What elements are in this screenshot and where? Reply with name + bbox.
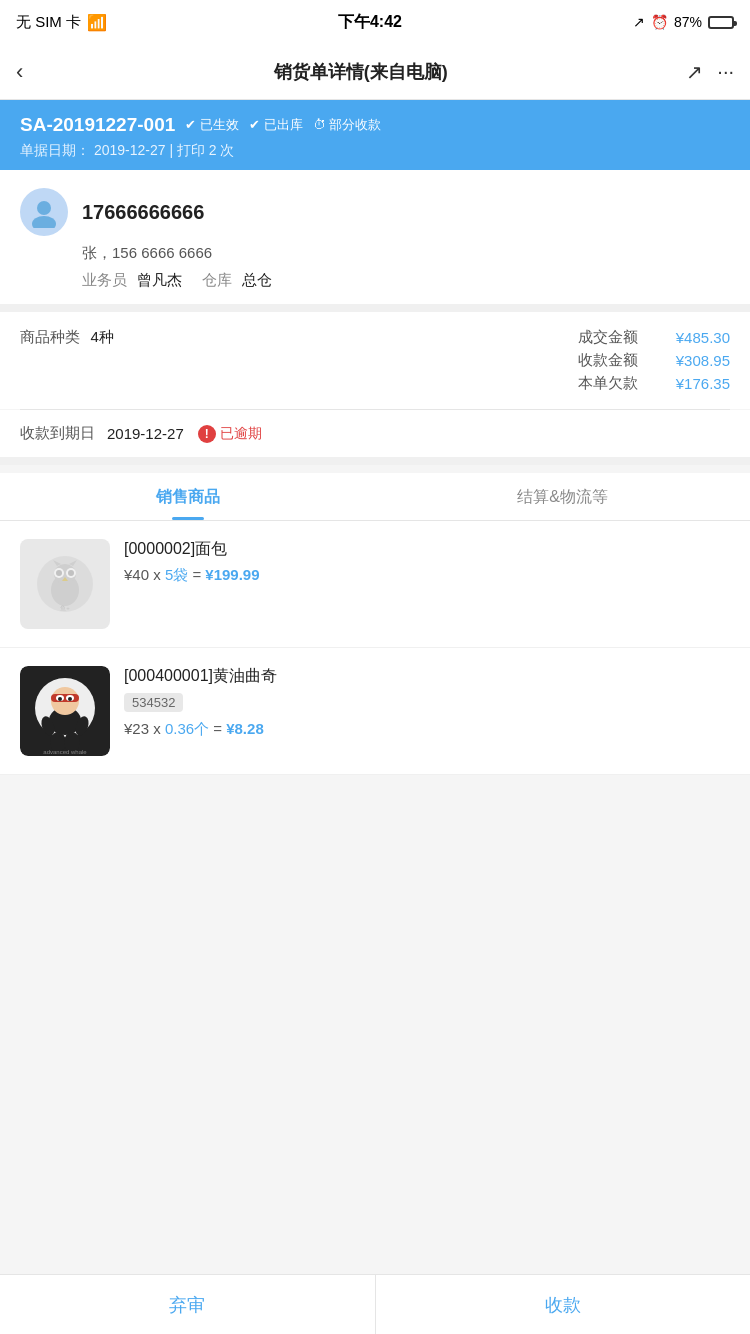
product-qty-1: 5袋 [165, 566, 188, 583]
customer-meta: 业务员 曾凡杰 仓库 总仓 [20, 271, 730, 290]
order-id: SA-20191227-001 [20, 114, 175, 136]
svg-point-21 [68, 697, 72, 701]
svg-text:鱼+: 鱼+ [60, 605, 70, 611]
overdue-badge: ! 已逾期 [198, 425, 262, 443]
order-header: SA-20191227-001 ✔ 已生效 ✔ 已出库 ⏱ 部分收款 单据日期：… [0, 100, 750, 170]
kinds-value: 4种 [90, 328, 113, 345]
tabs-section: 销售商品 结算&物流等 [0, 473, 750, 521]
product-name-2: [000400001]黄油曲奇 [124, 666, 730, 687]
stat-owed-label: 本单欠款 [578, 374, 638, 393]
customer-name: 17666666666 [82, 201, 204, 224]
carrier-text: 无 SIM 卡 [16, 13, 81, 32]
sales-value: 曾凡杰 [137, 271, 182, 288]
product-eq-2: = [209, 720, 226, 737]
warehouse-value: 总仓 [242, 271, 272, 288]
product-price-1: ¥40 x [124, 566, 165, 583]
print-info: | 打印 2 次 [169, 142, 234, 158]
status-left: 无 SIM 卡 📶 [16, 13, 107, 32]
due-section: 收款到期日 2019-12-27 ! 已逾期 [0, 410, 750, 457]
stats-section: 商品种类 4种 成交金额 ¥485.30 收款金额 ¥308.95 本单欠款 ¥… [0, 312, 750, 409]
svg-point-1 [32, 216, 56, 228]
battery-bar [708, 16, 734, 29]
product-list: 鱼+ [0000002]面包 ¥40 x 5袋 = ¥199.99 [0, 521, 750, 775]
stat-deal-label: 成交金额 [578, 328, 638, 347]
bottom-spacer [0, 775, 750, 855]
product-thumb-2: advanced whale [20, 666, 110, 756]
product-info-1: [0000002]面包 ¥40 x 5袋 = ¥199.99 [124, 539, 730, 585]
product-name-1: [0000002]面包 [124, 539, 730, 560]
page-title: 销货单详情(来自电脑) [35, 60, 686, 84]
stat-row-collect: 收款金额 ¥308.95 [578, 351, 730, 370]
svg-point-8 [68, 570, 74, 576]
wifi-icon: 📶 [87, 13, 107, 32]
svg-point-0 [37, 201, 51, 215]
order-date: 2019-12-27 [94, 142, 166, 158]
svg-point-20 [58, 697, 62, 701]
product-sku-2: 534532 [124, 693, 183, 712]
product-thumb-placeholder-1: 鱼+ [35, 554, 95, 614]
product-thumb-image-2: advanced whale [20, 666, 110, 756]
back-button[interactable]: ‹ [16, 59, 35, 85]
product-price-row-2: ¥23 x 0.36个 = ¥8.28 [124, 720, 730, 739]
divider-1 [0, 304, 750, 312]
status-bar: 无 SIM 卡 📶 下午4:42 ↗ ⏰ 87% [0, 0, 750, 44]
product-price-2: ¥23 x [124, 720, 165, 737]
bottom-bar: 弃审 收款 [0, 1274, 750, 1334]
product-item-2: advanced whale [000400001]黄油曲奇 534532 ¥2… [0, 648, 750, 775]
stats-right: 成交金额 ¥485.30 收款金额 ¥308.95 本单欠款 ¥176.35 [578, 328, 730, 393]
due-date: 2019-12-27 [107, 425, 184, 442]
cancel-button[interactable]: 弃审 [0, 1275, 376, 1334]
date-label: 单据日期： [20, 142, 90, 158]
tab-sales-products[interactable]: 销售商品 [0, 473, 375, 520]
stat-owed-value: ¥176.35 [650, 375, 730, 392]
badge-partial: ⏱ 部分收款 [313, 116, 382, 134]
product-info-2: [000400001]黄油曲奇 534532 ¥23 x 0.36个 = ¥8.… [124, 666, 730, 739]
product-item-1: 鱼+ [0000002]面包 ¥40 x 5袋 = ¥199.99 [0, 521, 750, 648]
product-qty-2: 0.36个 [165, 720, 209, 737]
stat-collect-label: 收款金额 [578, 351, 638, 370]
badge-shipped: ✔ 已出库 [249, 116, 303, 134]
alarm-icon: ⏰ [651, 14, 668, 30]
badge-effective: ✔ 已生效 [185, 116, 239, 134]
svg-point-7 [56, 570, 62, 576]
stat-row-owed: 本单欠款 ¥176.35 [578, 374, 730, 393]
product-eq-1: = [188, 566, 205, 583]
stat-deal-value: ¥485.30 [650, 329, 730, 346]
status-time: 下午4:42 [338, 12, 402, 33]
status-right: ↗ ⏰ 87% [633, 14, 734, 30]
customer-section: 17666666666 张，156 6666 6666 业务员 曾凡杰 仓库 总… [0, 170, 750, 304]
more-button[interactable]: ··· [717, 60, 734, 83]
nav-bar: ‹ 销货单详情(来自电脑) ↗ ··· [0, 44, 750, 100]
avatar-icon [28, 196, 60, 228]
battery-percent: 87% [674, 14, 702, 30]
sales-label: 业务员 [82, 271, 127, 288]
share-button[interactable]: ↗ [686, 60, 703, 84]
stat-collect-value: ¥308.95 [650, 352, 730, 369]
product-total-1: ¥199.99 [205, 566, 259, 583]
location-icon: ↗ [633, 14, 645, 30]
divider-2 [0, 457, 750, 465]
kinds-label: 商品种类 [20, 328, 80, 345]
avatar [20, 188, 68, 236]
svg-rect-17 [51, 694, 79, 702]
tab-settlement[interactable]: 结算&物流等 [375, 473, 750, 520]
overdue-icon: ! [198, 425, 216, 443]
product-thumb-1: 鱼+ [20, 539, 110, 629]
warehouse-label: 仓库 [202, 271, 232, 288]
svg-text:advanced whale: advanced whale [43, 749, 87, 755]
stat-row-deal: 成交金额 ¥485.30 [578, 328, 730, 347]
customer-detail: 张，156 6666 6666 [20, 244, 730, 263]
overdue-text: 已逾期 [220, 425, 262, 443]
product-total-2: ¥8.28 [226, 720, 264, 737]
product-price-row-1: ¥40 x 5袋 = ¥199.99 [124, 566, 730, 585]
due-label: 收款到期日 [20, 424, 95, 443]
collect-button[interactable]: 收款 [376, 1275, 751, 1334]
nav-actions: ↗ ··· [686, 60, 734, 84]
